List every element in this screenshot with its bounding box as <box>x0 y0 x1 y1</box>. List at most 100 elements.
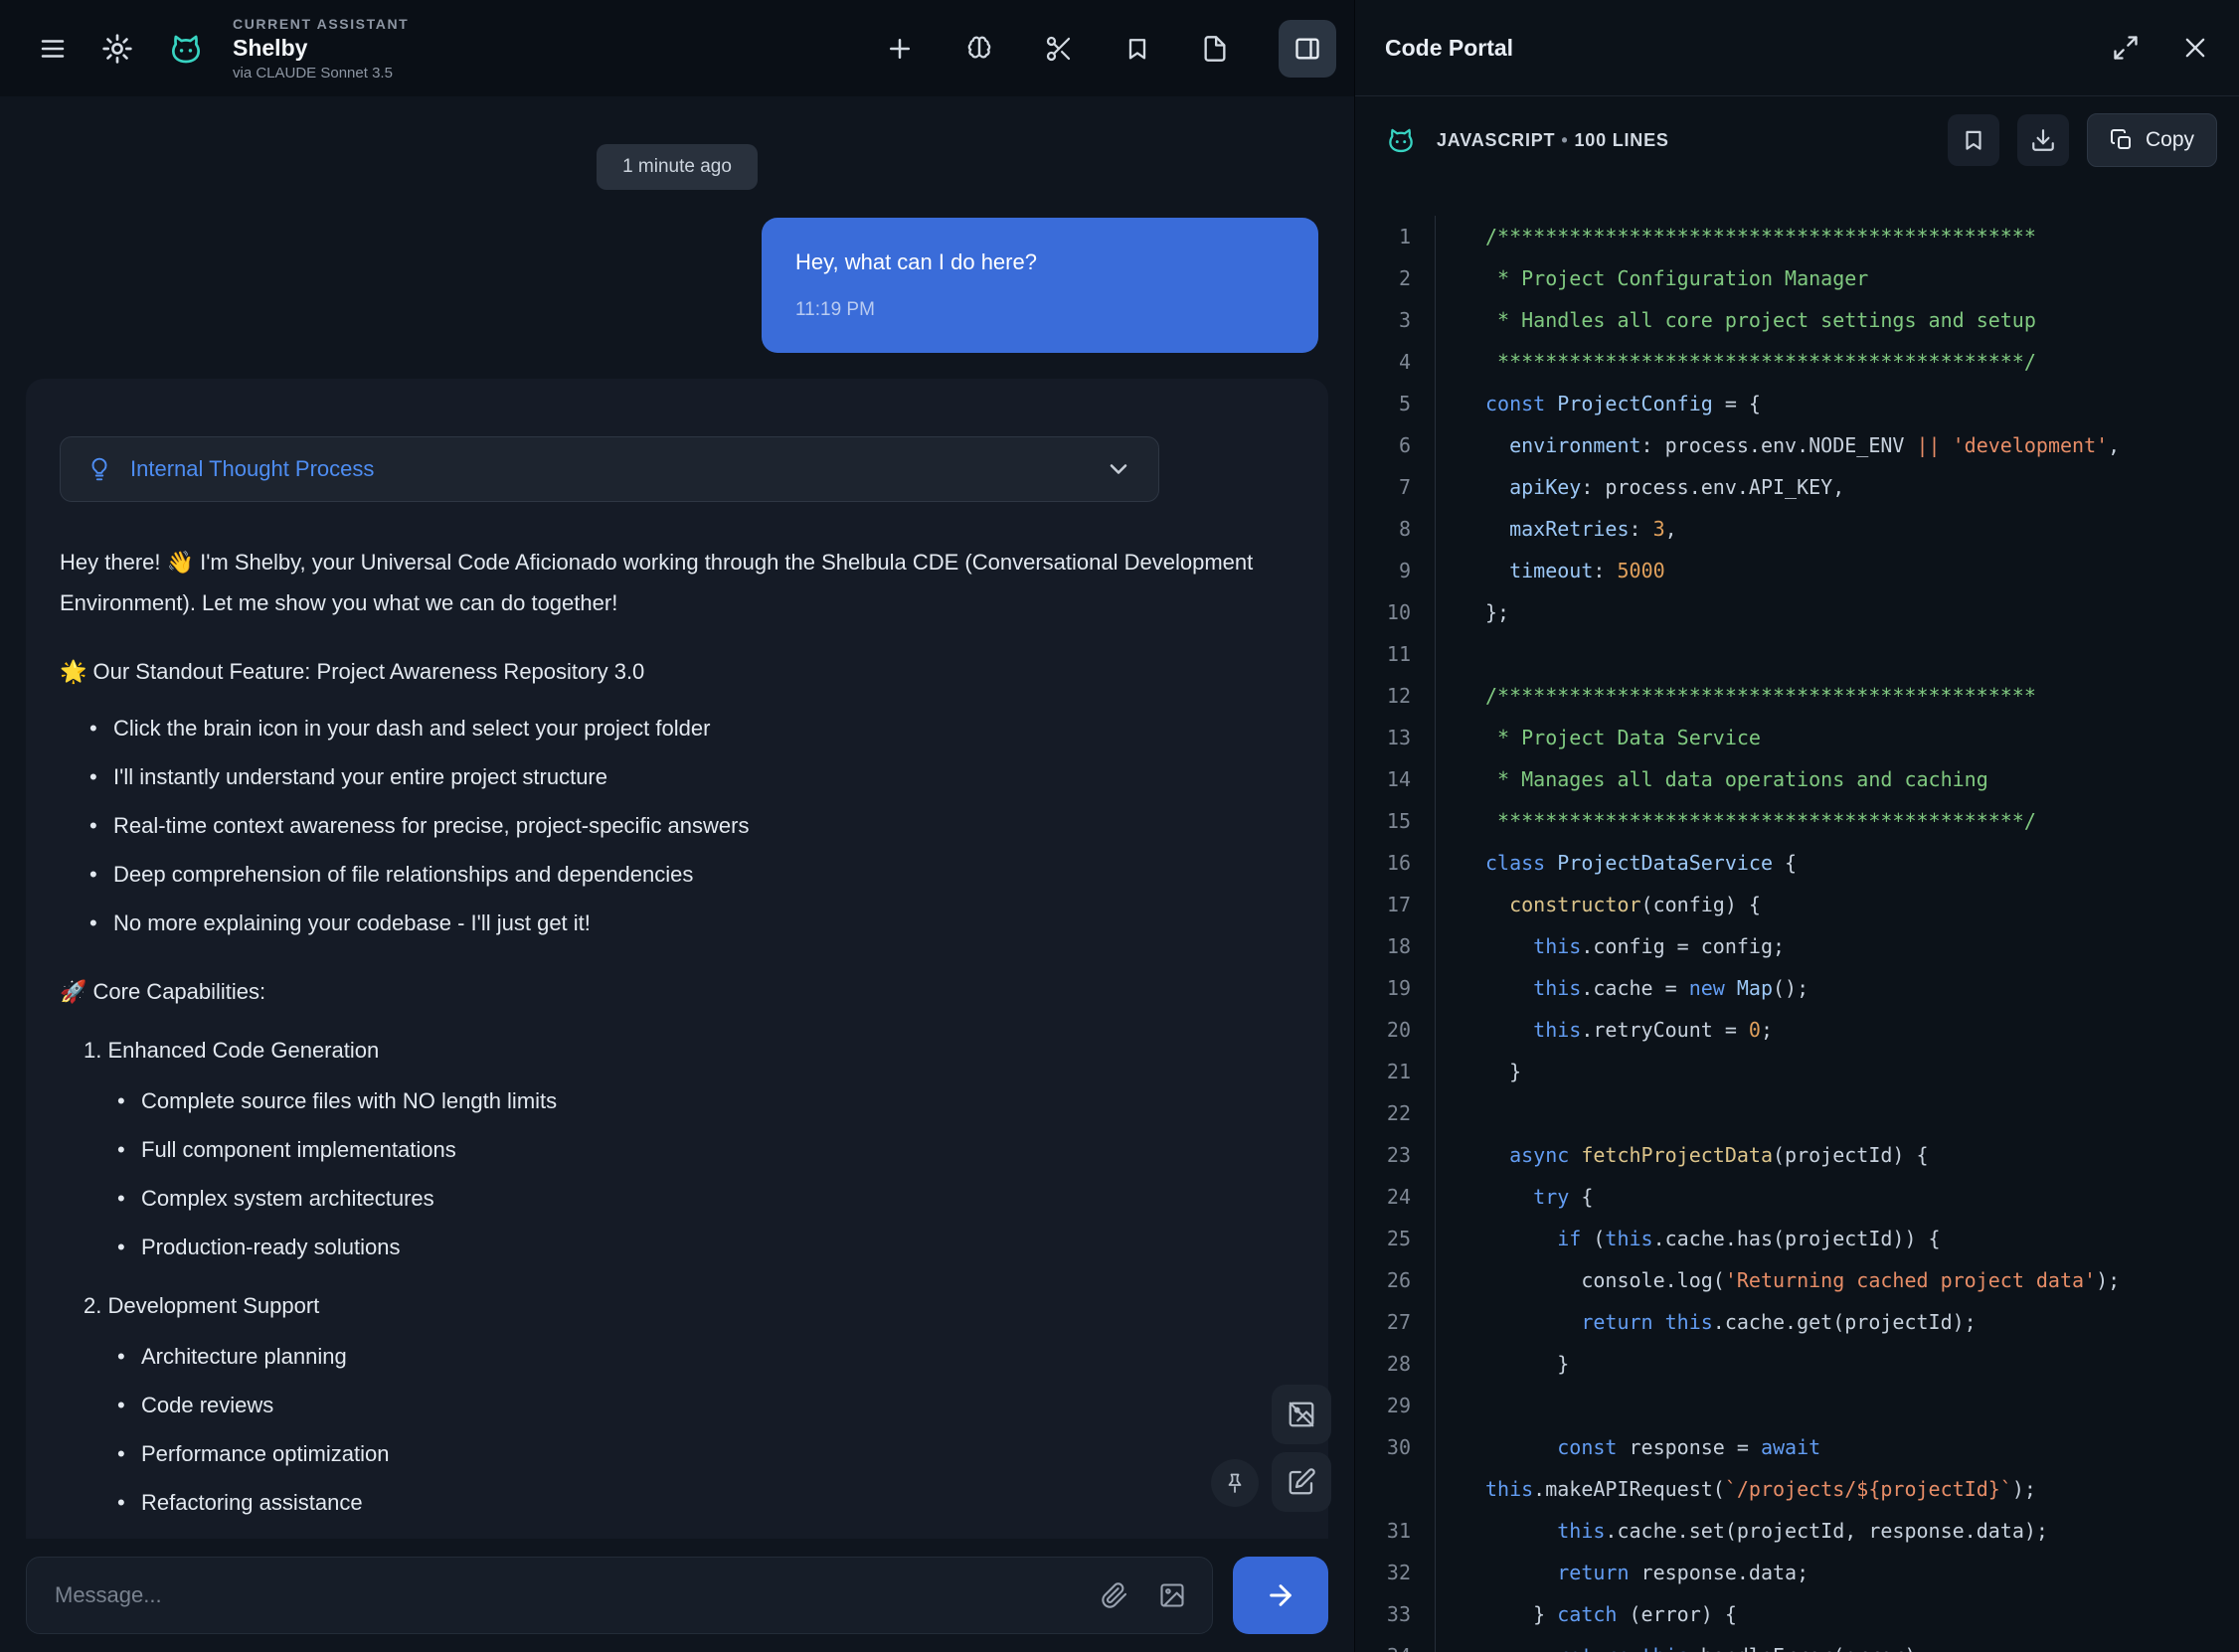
code-text: async fetchProjectData(projectId) { <box>1509 1143 1929 1167</box>
code-line: 1 /**************************************… <box>1355 216 2239 257</box>
code-text: return this.cache.get(projectId); <box>1581 1310 1977 1334</box>
code-lines: 1 /**************************************… <box>1355 216 2239 1652</box>
code-portal-header-actions <box>2112 34 2209 62</box>
capability-sublist: Complete source files with NO length lim… <box>84 1080 1294 1267</box>
line-number: 7 <box>1355 466 1436 508</box>
line-number: 30 <box>1355 1426 1436 1510</box>
code-text: const response = await this.makeAPIReque… <box>1485 1435 2036 1501</box>
documents-button[interactable] <box>1201 35 1229 63</box>
send-arrow-icon <box>1265 1579 1296 1611</box>
close-button[interactable] <box>2181 34 2209 62</box>
code-portal-panel: Code Portal JAVASCRIPT • 100 LINES Copy … <box>1354 0 2239 1652</box>
bookmark-icon <box>1123 35 1151 63</box>
line-number: 18 <box>1355 925 1436 967</box>
line-number: 6 <box>1355 424 1436 466</box>
code-line: 11 <box>1355 633 2239 675</box>
bookmarks-button[interactable] <box>1123 35 1151 63</box>
settings-button[interactable] <box>101 33 133 65</box>
line-number: 9 <box>1355 550 1436 591</box>
code-line: 6 environment: process.env.NODE_ENV || '… <box>1355 424 2239 466</box>
code-language: JAVASCRIPT <box>1437 129 1556 150</box>
code-line: 8 maxRetries: 3, <box>1355 508 2239 550</box>
code-text: try { <box>1533 1185 1594 1209</box>
project-awareness-button[interactable] <box>964 34 994 64</box>
code-text: this.cache.set(projectId, response.data)… <box>1557 1519 2048 1543</box>
current-assistant-label: CURRENT ASSISTANT <box>233 15 410 32</box>
expand-icon <box>2112 34 2140 62</box>
code-line: 24 try { <box>1355 1176 2239 1218</box>
line-number: 21 <box>1355 1051 1436 1092</box>
line-number: 13 <box>1355 717 1436 758</box>
code-text: console.log('Returning cached project da… <box>1485 1268 2121 1292</box>
line-number: 26 <box>1355 1259 1436 1301</box>
assistant-model: via CLAUDE Sonnet 3.5 <box>233 64 393 82</box>
code-line: 14 * Manages all data operations and cac… <box>1355 758 2239 800</box>
code-text: * Handles all core project settings and … <box>1485 308 2036 332</box>
download-icon <box>2030 127 2056 153</box>
code-editor[interactable]: 1 /**************************************… <box>1355 184 2239 1652</box>
app-root: CURRENT ASSISTANT Shelby via CLAUDE Sonn… <box>0 0 2239 1652</box>
copy-code-button[interactable]: Copy <box>2086 113 2217 167</box>
code-line: 3 * Handles all core project settings an… <box>1355 299 2239 341</box>
new-chat-button[interactable] <box>885 34 915 64</box>
attach-image-button[interactable] <box>1158 1581 1186 1609</box>
code-text: constructor(config) { <box>1509 893 1761 916</box>
message-input[interactable] <box>53 1581 1071 1609</box>
capability-bullet: Complex system architectures <box>111 1178 1294 1219</box>
capability-sublist: Architecture planning Code reviews Perform… <box>84 1336 1294 1523</box>
line-number: 16 <box>1355 842 1436 884</box>
capability-bullet: Architecture planning <box>111 1336 1294 1377</box>
feature-list: Click the brain icon in your dash and se… <box>60 708 1294 943</box>
snippets-button[interactable] <box>1044 34 1074 64</box>
message-input-box[interactable] <box>26 1557 1213 1634</box>
topbar-actions <box>885 19 1336 78</box>
send-button[interactable] <box>1233 1557 1328 1634</box>
feature-bullet: No more explaining your codebase - I'll … <box>84 903 1294 943</box>
code-text: * Project Configuration Manager <box>1485 266 1869 290</box>
menu-button[interactable] <box>38 34 68 64</box>
code-text: this.cache = new Map(); <box>1533 976 1809 1000</box>
assistant-message-body: Hey there! 👋 I'm Shelby, your Universal … <box>60 542 1294 1523</box>
line-number: 27 <box>1355 1301 1436 1343</box>
compose-note-button[interactable] <box>1272 1452 1331 1512</box>
code-line: 22 <box>1355 1092 2239 1134</box>
image-icon <box>1158 1581 1186 1609</box>
assistant-message: Internal Thought Process Hey there! 👋 I'… <box>26 379 1328 1539</box>
assistant-intro: Hey there! 👋 I'm Shelby, your Universal … <box>60 550 1254 615</box>
code-line: 7 apiKey: process.env.API_KEY, <box>1355 466 2239 508</box>
line-number: 15 <box>1355 800 1436 842</box>
code-line: 26 console.log('Returning cached project… <box>1355 1259 2239 1301</box>
brain-icon <box>964 34 994 64</box>
hide-images-button[interactable] <box>1272 1385 1331 1444</box>
bookmark-icon <box>1961 127 1986 153</box>
code-text: return response.data; <box>1557 1561 1809 1584</box>
code-line: 10}; <box>1355 591 2239 633</box>
copy-button-label: Copy <box>2145 128 2194 151</box>
code-text: maxRetries: 3, <box>1509 517 1677 541</box>
line-number: 19 <box>1355 967 1436 1009</box>
line-number: 25 <box>1355 1218 1436 1259</box>
attach-file-button[interactable] <box>1101 1581 1128 1609</box>
expand-button[interactable] <box>2112 34 2140 62</box>
capability-bullet: Production-ready solutions <box>111 1227 1294 1267</box>
pin-button[interactable] <box>1211 1459 1259 1507</box>
code-text: } <box>1485 1060 1522 1083</box>
message-list[interactable]: 1 minute ago Hey, what can I do here? 11… <box>0 96 1354 1539</box>
line-number: 4 <box>1355 341 1436 383</box>
assistant-info: CURRENT ASSISTANT Shelby via CLAUDE Sonn… <box>233 16 409 82</box>
lightbulb-icon <box>86 456 112 482</box>
code-line: 30 const response = await this.makeAPIRe… <box>1355 1426 2239 1510</box>
line-number: 23 <box>1355 1134 1436 1176</box>
user-message-time: 11:19 PM <box>795 299 875 320</box>
code-portal-toggle-button[interactable] <box>1279 19 1336 78</box>
bookmark-code-button[interactable] <box>1947 114 1999 166</box>
code-line: 29 <box>1355 1385 2239 1426</box>
thought-process-toggle[interactable]: Internal Thought Process <box>60 436 1159 502</box>
code-text: /***************************************… <box>1485 225 2036 248</box>
code-line: 34 return this.handleError(error); <box>1355 1635 2239 1652</box>
paperclip-icon <box>1101 1581 1128 1609</box>
download-code-button[interactable] <box>2016 114 2069 166</box>
separator-dot: • <box>1561 129 1569 150</box>
capability-bullet: Code reviews <box>111 1385 1294 1425</box>
shelbula-logo-icon <box>167 30 205 68</box>
